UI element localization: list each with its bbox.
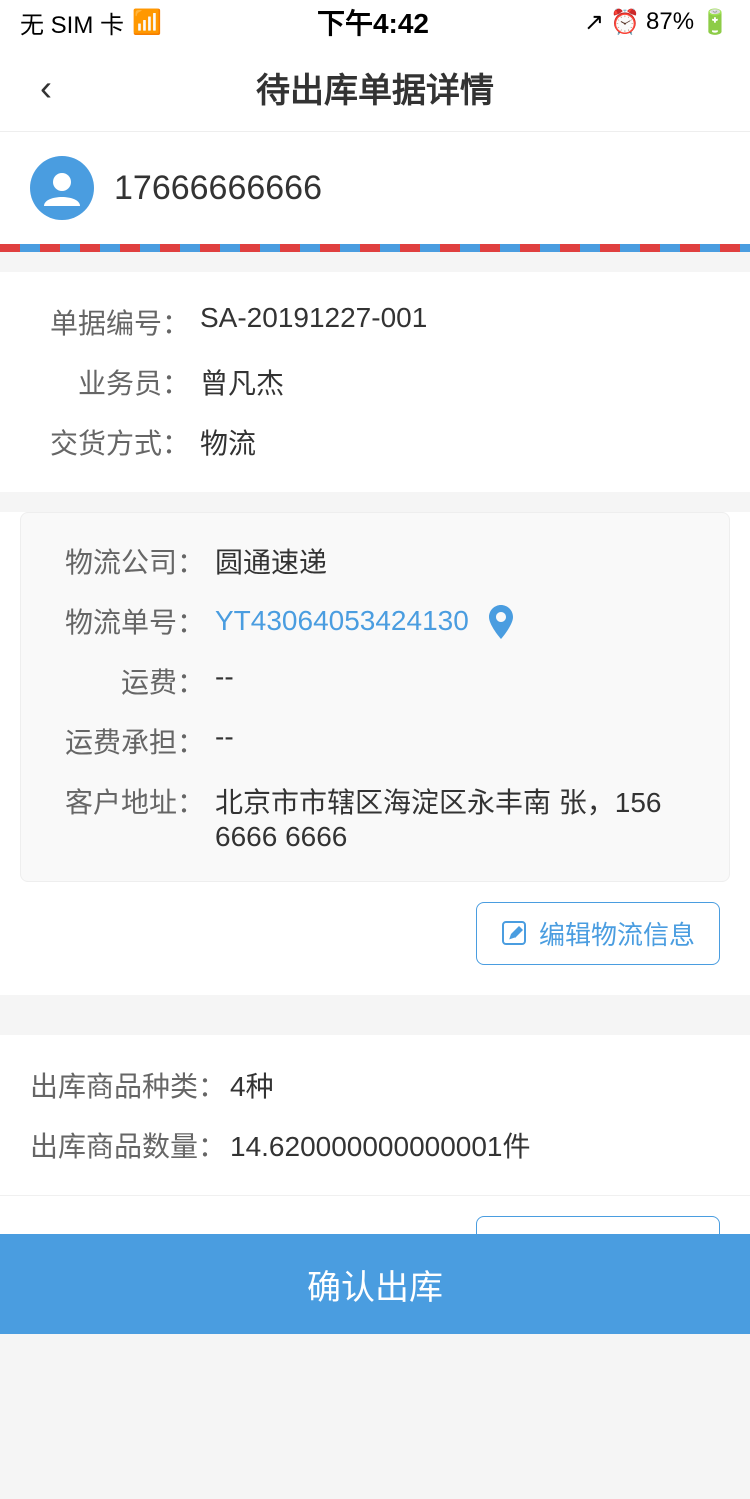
section-separator-1 xyxy=(0,995,750,1015)
status-right: ↗ ⏰ 87% 🔋 xyxy=(584,8,730,37)
alarm-icon: ⏰ xyxy=(610,8,640,37)
location-arrow-icon: ↗ xyxy=(584,8,604,37)
edit-logistics-button[interactable]: 编辑物流信息 xyxy=(476,902,720,965)
logistics-wrapper: 物流公司： 圆通速递 物流单号： YT43064053424130 运费： --… xyxy=(0,512,750,995)
battery-text: 87% xyxy=(646,8,694,36)
goods-quantity-label: 出库商品数量： xyxy=(30,1125,230,1165)
avatar xyxy=(30,156,94,220)
battery-icon: 🔋 xyxy=(700,8,730,37)
page-title: 待出库单据详情 xyxy=(256,63,494,112)
location-pin-icon[interactable] xyxy=(481,601,521,641)
logistics-company-value: 圆通速递 xyxy=(205,541,705,581)
goods-quantity-value: 14.620000000000001件 xyxy=(230,1125,531,1165)
logistics-tracking-row: 物流单号： YT43064053424130 xyxy=(45,601,705,641)
back-button[interactable]: ‹ xyxy=(30,57,62,119)
logistics-tracking-label: 物流单号： xyxy=(45,601,205,641)
logistics-address-row: 客户地址： 北京市市辖区海淀区永丰南 张，156 6666 6666 xyxy=(45,781,705,853)
delivery-method-row: 交货方式： 物流 xyxy=(30,422,720,462)
logistics-address-value: 北京市市辖区海淀区永丰南 张，156 6666 6666 xyxy=(205,781,705,853)
logistics-company-label: 物流公司： xyxy=(45,541,205,581)
confirm-bar[interactable]: 确认出库 xyxy=(0,1234,750,1334)
logistics-freight-row: 运费： -- xyxy=(45,661,705,701)
sales-person-label: 业务员： xyxy=(30,362,190,402)
goods-types-row: 出库商品种类： 4种 xyxy=(30,1065,720,1105)
logistics-freight-bearer-label: 运费承担： xyxy=(45,721,205,761)
sales-person-value: 曾凡杰 xyxy=(190,362,720,402)
edit-btn-label: 编辑物流信息 xyxy=(539,915,695,952)
logistics-tracking-value: YT43064053424130 xyxy=(205,601,705,641)
order-no-label: 单据编号： xyxy=(30,302,190,342)
status-carrier: 无 SIM 卡 📶 xyxy=(20,5,162,40)
edit-icon xyxy=(501,920,529,948)
logistics-freight-label: 运费： xyxy=(45,661,205,701)
logistics-freight-bearer-value: -- xyxy=(205,721,705,753)
status-time: 下午4:42 xyxy=(317,2,429,42)
logistics-section: 物流公司： 圆通速递 物流单号： YT43064053424130 运费： --… xyxy=(20,512,730,882)
user-phone: 17666666666 xyxy=(114,169,322,208)
carrier-text: 无 SIM 卡 xyxy=(20,5,124,40)
order-no-row: 单据编号： SA-20191227-001 xyxy=(30,302,720,342)
goods-section: 出库商品种类： 4种 出库商品数量： 14.620000000000001件 xyxy=(0,1035,750,1195)
order-info-section: 单据编号： SA-20191227-001 业务员： 曾凡杰 交货方式： 物流 xyxy=(0,272,750,492)
edit-btn-row: 编辑物流信息 xyxy=(0,882,750,985)
logistics-company-row: 物流公司： 圆通速递 xyxy=(45,541,705,581)
goods-types-label: 出库商品种类： xyxy=(30,1065,230,1105)
user-section: 17666666666 xyxy=(0,132,750,244)
logistics-address-label: 客户地址： xyxy=(45,781,205,821)
confirm-button-label: 确认出库 xyxy=(307,1260,443,1309)
delivery-method-label: 交货方式： xyxy=(30,422,190,462)
goods-types-value: 4种 xyxy=(230,1065,274,1105)
status-bar: 无 SIM 卡 📶 下午4:42 ↗ ⏰ 87% 🔋 xyxy=(0,0,750,44)
logistics-freight-value: -- xyxy=(205,661,705,693)
decorative-border xyxy=(0,244,750,252)
wifi-icon: 📶 xyxy=(132,8,162,37)
order-no-value: SA-20191227-001 xyxy=(190,302,720,334)
nav-bar: ‹ 待出库单据详情 xyxy=(0,44,750,132)
logistics-freight-bearer-row: 运费承担： -- xyxy=(45,721,705,761)
goods-quantity-row: 出库商品数量： 14.620000000000001件 xyxy=(30,1125,720,1165)
sales-person-row: 业务员： 曾凡杰 xyxy=(30,362,720,402)
delivery-method-value: 物流 xyxy=(190,422,720,462)
